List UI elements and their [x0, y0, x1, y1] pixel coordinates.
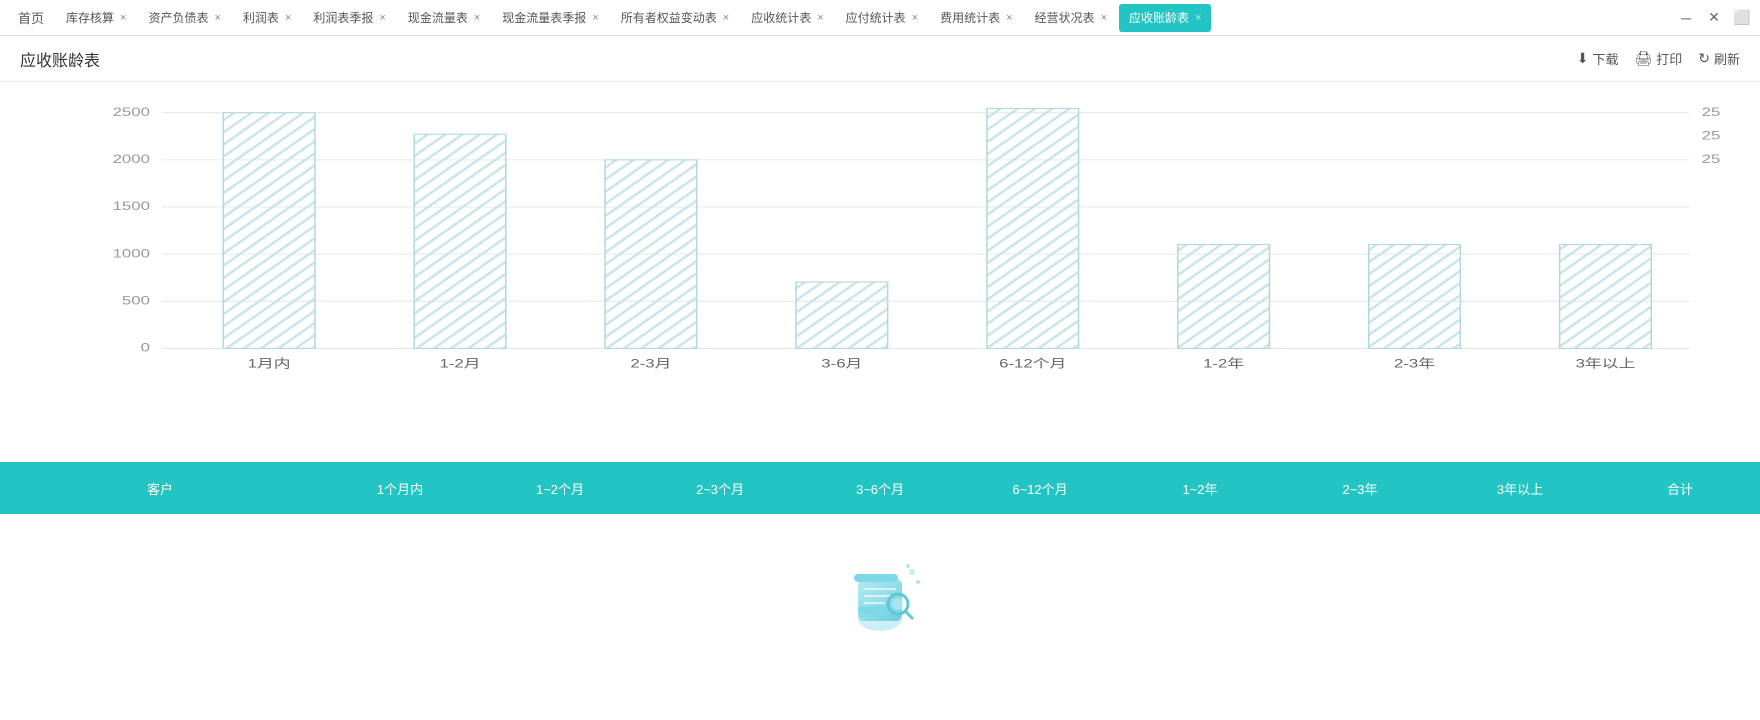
tab-close-receivable-stats[interactable]: ×: [817, 12, 823, 24]
tab-label-expense-stats: 费用统计表: [940, 9, 1000, 26]
tab-close-payable-stats[interactable]: ×: [912, 12, 918, 24]
tab-receivable-stats[interactable]: 应收统计表 ×: [741, 4, 833, 32]
tab-home[interactable]: 首页: [8, 4, 54, 32]
tab-close-receivable-aging[interactable]: ×: [1195, 12, 1201, 24]
tab-label-cashflow: 现金流量表: [408, 9, 468, 26]
print-label: 打印: [1656, 49, 1682, 68]
tab-close-equity[interactable]: ×: [723, 12, 729, 24]
svg-text:1-2月: 1-2月: [439, 358, 480, 371]
tab-inventory[interactable]: 库存核算 ×: [56, 4, 136, 32]
tab-close-cashflow[interactable]: ×: [474, 12, 480, 24]
refresh-label: 刷新: [1714, 49, 1740, 68]
svg-text:1月内: 1月内: [248, 357, 291, 371]
tab-bar: 首页库存核算×资产负债表×利润表×利润表季报×现金流量表×现金流量表季报×所有者…: [0, 0, 1760, 36]
tab-label-profit-quarterly: 利润表季报: [313, 9, 373, 26]
tab-label-home: 首页: [18, 8, 44, 27]
tab-cashflow[interactable]: 现金流量表 ×: [398, 4, 490, 32]
tab-label-payable-stats: 应付统计表: [846, 9, 906, 26]
col-header-year1-2: 1~2年: [1120, 479, 1280, 498]
bar-2-3年: [1369, 245, 1461, 349]
svg-text:1-2年: 1-2年: [1203, 357, 1244, 371]
tab-close-profit-quarterly[interactable]: ×: [379, 12, 385, 24]
empty-illustration: [830, 544, 930, 644]
tab-close-cashflow-quarterly[interactable]: ×: [592, 12, 598, 24]
page-title: 应收账龄表: [20, 47, 100, 71]
download-button[interactable]: ⬇下载: [1577, 49, 1619, 68]
col-header-month1: 1个月内: [320, 479, 480, 498]
main-content: 0 500 1000 1500 2000 2500 1月内: [0, 82, 1760, 720]
col-header-month2-3: 2~3个月: [640, 479, 800, 498]
col-header-month3-6: 3~6个月: [800, 479, 960, 498]
download-label: 下载: [1592, 49, 1618, 68]
col-header-year3plus: 3年以上: [1440, 479, 1600, 498]
print-icon: 🖨: [1634, 50, 1652, 67]
bar-chart: 0 500 1000 1500 2000 2500 1月内: [40, 102, 1720, 402]
bar-1-2年: [1178, 245, 1270, 349]
tab-receivable-aging[interactable]: 应收账龄表 ×: [1119, 4, 1211, 32]
col-header-month6-12: 6~12个月: [960, 479, 1120, 498]
print-button[interactable]: 🖨打印: [1634, 49, 1682, 68]
tab-close-expense-stats[interactable]: ×: [1006, 12, 1012, 24]
page-header: 应收账龄表 ⬇下载 🖨打印 ↻刷新: [0, 36, 1760, 82]
col-header-year2-3: 2~3年: [1280, 479, 1440, 498]
tab-equity[interactable]: 所有者权益变动表 ×: [611, 4, 739, 32]
svg-text:2000: 2000: [113, 153, 150, 166]
refresh-button[interactable]: ↻刷新: [1698, 49, 1740, 68]
close-button[interactable]: ✕: [1704, 8, 1724, 28]
tab-profit[interactable]: 利润表 ×: [233, 4, 301, 32]
tab-label-balance: 资产负债表: [148, 9, 208, 26]
svg-text:3-6月: 3-6月: [821, 358, 862, 371]
svg-text:6-12个月: 6-12个月: [999, 357, 1066, 371]
page-actions: ⬇下载 🖨打印 ↻刷新: [1577, 49, 1740, 68]
svg-text:3年以上: 3年以上: [1576, 357, 1636, 371]
bar-3年以上: [1560, 245, 1652, 349]
tab-balance[interactable]: 资产负债表 ×: [138, 4, 230, 32]
svg-text:500: 500: [122, 295, 150, 308]
svg-text:2500: 2500: [1702, 130, 1720, 143]
col-header-customer: 客户: [0, 479, 320, 498]
svg-text:1000: 1000: [113, 248, 150, 261]
tab-label-equity: 所有者权益变动表: [621, 9, 717, 26]
tab-close-inventory[interactable]: ×: [120, 12, 126, 24]
tab-label-profit: 利润表: [243, 9, 279, 26]
tab-close-business-status[interactable]: ×: [1101, 12, 1107, 24]
tab-expense-stats[interactable]: 费用统计表 ×: [930, 4, 1022, 32]
tab-business-status[interactable]: 经营状况表 ×: [1025, 4, 1117, 32]
tab-close-balance[interactable]: ×: [214, 12, 220, 24]
svg-text:0: 0: [141, 342, 150, 355]
bar-6-12月: [987, 108, 1079, 348]
svg-text:2500: 2500: [1702, 106, 1720, 119]
chart-area: 0 500 1000 1500 2000 2500 1月内: [0, 82, 1760, 462]
svg-text:2500: 2500: [1702, 153, 1720, 166]
col-header-total: 合计: [1600, 479, 1760, 498]
tab-close-profit[interactable]: ×: [285, 12, 291, 24]
bar-1-2月: [414, 134, 506, 348]
tab-payable-stats[interactable]: 应付统计表 ×: [836, 4, 928, 32]
bar-1月内: [223, 113, 315, 349]
svg-text:1500: 1500: [113, 200, 150, 213]
bar-3-6月: [796, 282, 888, 348]
empty-icon: [830, 544, 930, 647]
tab-label-receivable-aging: 应收账龄表: [1129, 9, 1189, 26]
tab-label-cashflow-quarterly: 现金流量表季报: [502, 9, 586, 26]
tab-label-business-status: 经营状况表: [1035, 9, 1095, 26]
svg-text:2500: 2500: [113, 106, 150, 119]
col-header-month1-2: 1~2个月: [480, 479, 640, 498]
empty-state: [0, 514, 1760, 647]
bar-2-3月: [605, 160, 697, 349]
download-icon: ⬇: [1577, 50, 1589, 67]
chart-wrapper: 0 500 1000 1500 2000 2500 1月内: [40, 102, 1720, 402]
tab-label-inventory: 库存核算: [66, 9, 114, 26]
maximize-button[interactable]: ⬜: [1732, 8, 1752, 28]
svg-text:2-3年: 2-3年: [1394, 357, 1435, 371]
tab-cashflow-quarterly[interactable]: 现金流量表季报 ×: [492, 4, 608, 32]
tab-profit-quarterly[interactable]: 利润表季报 ×: [303, 4, 395, 32]
window-controls: ─ ✕ ⬜: [1676, 8, 1752, 28]
table-header: 客户1个月内1~2个月2~3个月3~6个月6~12个月1~2年2~3年3年以上合…: [0, 462, 1760, 514]
tab-label-receivable-stats: 应收统计表: [751, 9, 811, 26]
minimize-button[interactable]: ─: [1676, 8, 1696, 28]
refresh-icon: ↻: [1698, 50, 1710, 67]
svg-text:2-3月: 2-3月: [630, 358, 671, 371]
